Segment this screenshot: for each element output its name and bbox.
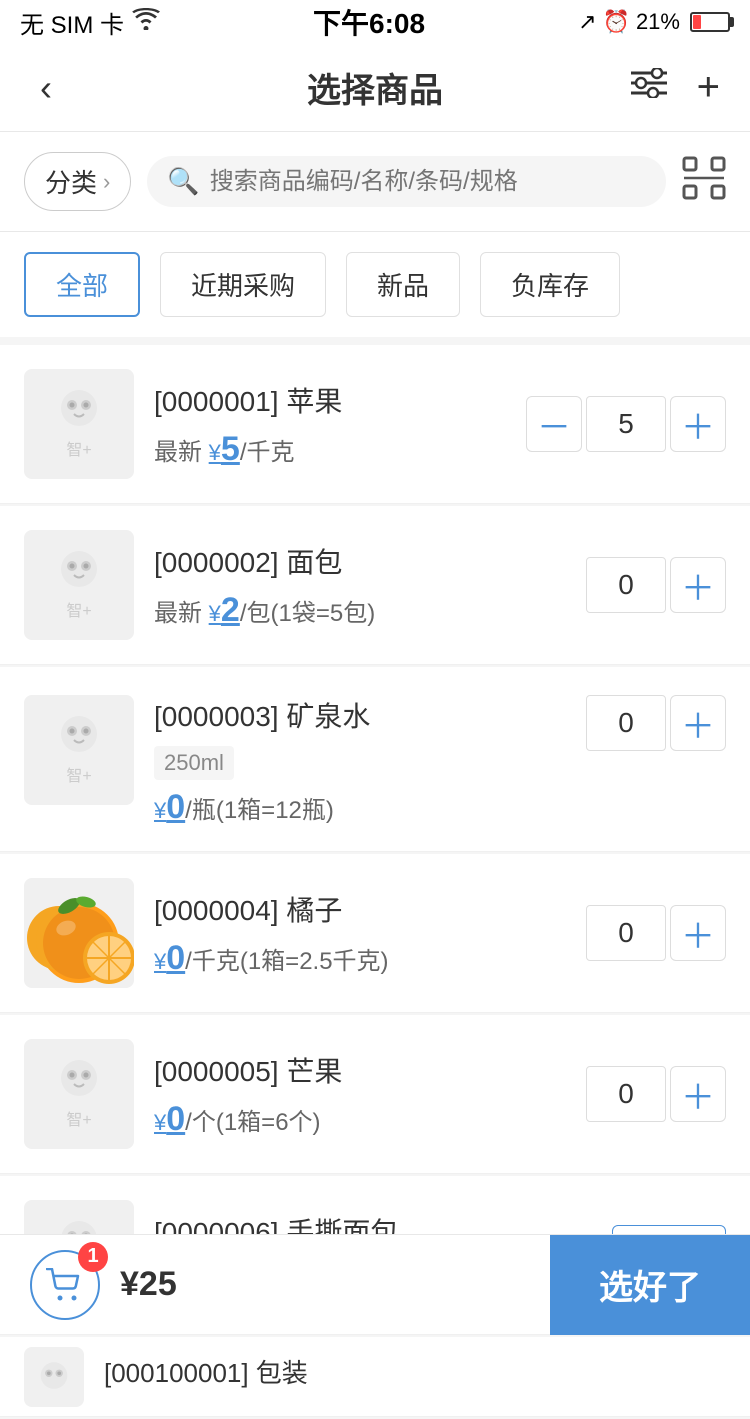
search-input[interactable] — [210, 168, 646, 196]
navbar: ‹ 选择商品 + — [0, 44, 750, 132]
qty-input[interactable] — [586, 557, 666, 613]
confirm-button[interactable]: 选好了 — [550, 1235, 750, 1335]
qty-control: － ＋ — [526, 396, 726, 452]
product-spec: 250ml — [154, 746, 234, 780]
product-name: [0000003] 矿泉水 — [154, 695, 566, 735]
tab-recent[interactable]: 近期采购 — [160, 252, 326, 317]
product-info: [0000001] 苹果 最新 ¥5/千克 — [134, 380, 526, 469]
status-bar: 无 SIM 卡 下午6:08 ↗ ⏰ 21% — [0, 0, 750, 44]
minus-button[interactable]: － — [526, 396, 582, 452]
product-info: [0000002] 面包 最新 ¥2/包(1袋=5包) — [134, 541, 586, 630]
product-image — [24, 1347, 84, 1407]
product-price: ¥0/瓶(1箱=12瓶) — [154, 788, 566, 827]
search-wrapper: 🔍 — [147, 156, 666, 207]
scan-icon[interactable] — [682, 156, 726, 208]
carrier-label: 无 SIM 卡 — [20, 5, 124, 40]
qty-control: ＋ — [586, 557, 726, 613]
qty-input[interactable] — [586, 396, 666, 452]
product-image: 智+ — [24, 695, 134, 805]
product-price: 最新 ¥2/包(1袋=5包) — [154, 591, 566, 630]
wifi-icon — [132, 8, 160, 37]
add-icon[interactable]: + — [697, 65, 720, 110]
product-info: [000100001] 包装 — [84, 1353, 726, 1400]
list-item: 智+ [0000005] 芒果 ¥0/个(1箱=6个) ＋ — [0, 1015, 750, 1174]
list-item: 智+ [0000001] 苹果 最新 ¥5/千克 － ＋ — [0, 345, 750, 504]
product-name: [0000005] 芒果 — [154, 1050, 566, 1090]
cart-section: 1 ¥25 — [0, 1250, 550, 1320]
plus-button[interactable]: ＋ — [670, 1066, 726, 1122]
nav-actions: + — [631, 65, 720, 110]
product-name: [0000002] 面包 — [154, 541, 566, 581]
product-info: [0000004] 橘子 ¥0/千克(1箱=2.5千克) — [134, 889, 586, 978]
status-time: 下午6:08 — [313, 2, 425, 42]
product-price: ¥0/个(1箱=6个) — [154, 1100, 566, 1139]
cart-button[interactable]: 1 — [30, 1250, 100, 1320]
plus-button[interactable]: ＋ — [670, 396, 726, 452]
battery-percent: 21% — [636, 9, 680, 35]
status-left: 无 SIM 卡 — [20, 5, 160, 40]
battery-icon — [690, 12, 730, 32]
qty-control: ＋ — [586, 905, 726, 961]
tab-all[interactable]: 全部 — [24, 252, 140, 317]
qty-control: ＋ — [586, 1066, 726, 1122]
category-label: 分类 — [45, 163, 97, 200]
tab-new[interactable]: 新品 — [346, 252, 460, 317]
tab-negative[interactable]: 负库存 — [480, 252, 620, 317]
filter-icon[interactable] — [631, 68, 667, 107]
list-item: [000100001] 包装 — [0, 1337, 750, 1417]
product-price: ¥0/千克(1箱=2.5千克) — [154, 939, 566, 978]
list-item: 智+ [0000002] 面包 最新 ¥2/包(1袋=5包) ＋ — [0, 506, 750, 665]
search-area: 分类 › 🔍 — [0, 132, 750, 232]
category-button[interactable]: 分类 › — [24, 152, 131, 211]
back-button[interactable]: ‹ — [30, 57, 62, 119]
status-right: ↗ ⏰ 21% — [578, 9, 730, 35]
plus-button[interactable]: ＋ — [670, 695, 726, 751]
product-image: 智+ — [24, 530, 134, 640]
product-image — [24, 878, 134, 988]
alarm-icon: ⏰ — [603, 9, 630, 35]
product-name: [0000001] 苹果 — [154, 380, 506, 420]
qty-input[interactable] — [586, 695, 666, 751]
cart-total: ¥25 — [120, 1265, 177, 1304]
filter-tabs: 全部 近期采购 新品 负库存 — [0, 232, 750, 345]
page-title: 选择商品 — [307, 63, 443, 112]
qty-input[interactable] — [586, 1066, 666, 1122]
search-icon: 🔍 — [167, 166, 199, 197]
cart-badge: 1 — [78, 1242, 108, 1272]
list-item: [0000004] 橘子 ¥0/千克(1箱=2.5千克) ＋ — [0, 854, 750, 1013]
product-name: [000100001] 包装 — [104, 1353, 706, 1390]
location-icon: ↗ — [578, 9, 596, 35]
category-chevron-icon: › — [103, 169, 110, 195]
product-info: [0000005] 芒果 ¥0/个(1箱=6个) — [134, 1050, 586, 1139]
bottom-bar: 1 ¥25 选好了 — [0, 1234, 750, 1334]
list-item: 智+ [0000003] 矿泉水 250ml ¥0/瓶(1箱=12瓶) ＋ — [0, 667, 750, 852]
plus-button[interactable]: ＋ — [670, 557, 726, 613]
product-name: [0000004] 橘子 — [154, 889, 566, 929]
product-image: 智+ — [24, 369, 134, 479]
qty-control: ＋ — [586, 695, 726, 751]
product-image: 智+ — [24, 1039, 134, 1149]
price-prefix: 最新 — [154, 439, 209, 466]
product-price: 最新 ¥5/千克 — [154, 430, 506, 469]
qty-input[interactable] — [586, 905, 666, 961]
plus-button[interactable]: ＋ — [670, 905, 726, 961]
product-info: [0000003] 矿泉水 250ml ¥0/瓶(1箱=12瓶) — [134, 695, 586, 827]
